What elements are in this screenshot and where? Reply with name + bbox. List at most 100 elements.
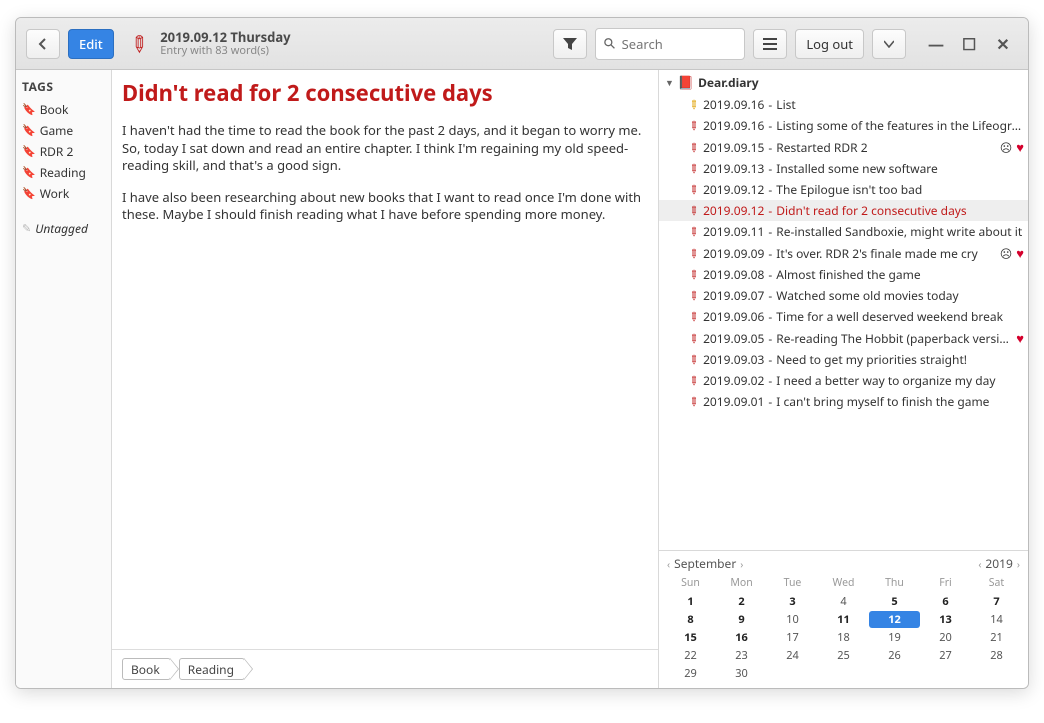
tag-label: Game [40,122,73,139]
filter-button[interactable] [553,29,587,59]
calendar-day[interactable]: 11 [818,611,869,628]
tag-item[interactable]: 🔖Book [22,99,105,120]
tag-icon: 🔖 [22,102,36,117]
entry-title: It's over. RDR 2's finale made me cry [776,245,995,262]
calendar-day[interactable]: 30 [716,665,767,682]
calendar-day[interactable]: 14 [971,611,1022,628]
calendar-day[interactable]: 10 [767,611,818,628]
calendar-day[interactable]: 22 [665,647,716,664]
calendar-day[interactable]: 24 [767,647,818,664]
entry-list-item[interactable]: ✎2019.09.03 - Need to get my priorities … [659,349,1028,370]
calendar-day[interactable]: 9 [716,611,767,628]
entry-title: List [776,96,1024,113]
back-button[interactable] [26,29,60,59]
calendar-day[interactable]: 17 [767,629,818,646]
calendar-day[interactable]: 5 [869,593,920,610]
calendar-day[interactable]: 18 [818,629,869,646]
entry-list-item[interactable]: ✎2019.09.05 - Re-reading The Hobbit (pap… [659,327,1028,349]
tag-item[interactable]: 🔖RDR 2 [22,141,105,162]
logout-button[interactable]: Log out [795,29,864,59]
pencil-icon: ✎ [684,159,703,178]
calendar-day[interactable]: 4 [818,593,869,610]
search-field[interactable] [595,28,745,60]
search-input[interactable] [622,35,737,53]
entry-list[interactable]: ▼ 📕 Dear.diary ✎2019.09.16 - List✎2019.0… [659,70,1028,550]
year-label: 2019 [985,555,1012,572]
entry-pane: Didn't read for 2 consecutive days I hav… [112,70,658,688]
entry-list-item[interactable]: ✎2019.09.16 - List [659,94,1028,115]
entry-body: I haven't had the time to read the book … [122,122,646,224]
calendar-day[interactable]: 15 [665,629,716,646]
calendar-day[interactable]: 12 [869,611,920,628]
calendar: ‹ September › ‹ 2019 › SunMonTueWedThuFr… [659,550,1028,688]
main-area: TAGS 🔖Book🔖Game🔖RDR 2🔖Reading🔖Work ✎ Unt… [16,70,1028,688]
tag-item[interactable]: 🔖Reading [22,162,105,183]
tag-item[interactable]: 🔖 Game [22,120,105,141]
maximize-button[interactable]: ☐ [962,33,976,55]
chevron-left-icon: ‹ [665,557,672,571]
calendar-day[interactable]: 29 [665,665,716,682]
edit-button[interactable]: Edit [68,29,114,59]
tag-icon: 🔖 [22,123,36,138]
entry-list-item[interactable]: ✎2019.09.12 - The Epilogue isn't too bad [659,179,1028,200]
entry-list-item[interactable]: ✎2019.09.06 - Time for a well deserved w… [659,306,1028,327]
calendar-day[interactable]: 28 [971,647,1022,664]
entry-list-item[interactable]: ✎2019.09.15 - Restarted RDR 2☹♥ [659,136,1028,158]
tag-label: RDR 2 [40,143,74,160]
calendar-day[interactable]: 13 [920,611,971,628]
entry-list-item[interactable]: ✎2019.09.12 - Didn't read for 2 consecut… [659,200,1028,221]
pencil-icon: ✎ [684,243,703,262]
calendar-day[interactable]: 8 [665,611,716,628]
entry-content[interactable]: Didn't read for 2 consecutive days I hav… [112,70,658,649]
entry-list-item[interactable]: ✎2019.09.09 - It's over. RDR 2's finale … [659,242,1028,264]
entry-list-item[interactable]: ✎2019.09.11 - Re-installed Sandboxie, mi… [659,221,1028,242]
calendar-day[interactable]: 21 [971,629,1022,646]
entry-list-item[interactable]: ✎2019.09.08 - Almost finished the game [659,264,1028,285]
entry-tag-chip[interactable]: Reading [179,658,245,680]
pencil-icon: ✎ [684,201,703,220]
hamburger-menu-button[interactable] [753,29,787,59]
entry-date: 2019.09.09 [703,245,764,262]
skull-icon: ☹ [1000,139,1013,156]
pencil-icon: ✎ [684,392,703,411]
entry-title: Re-reading The Hobbit (paperback version… [776,330,1012,347]
calendar-dow: Wed [818,574,869,592]
calendar-day[interactable]: 3 [767,593,818,610]
month-selector[interactable]: ‹ September › [665,555,745,572]
calendar-day[interactable]: 1 [665,593,716,610]
calendar-day[interactable]: 6 [920,593,971,610]
calendar-day[interactable]: 16 [716,629,767,646]
calendar-day[interactable]: 7 [971,593,1022,610]
calendar-day[interactable]: 25 [818,647,869,664]
calendar-day[interactable]: 2 [716,593,767,610]
tag-icon: 🔖 [22,186,36,201]
entry-tag-chip[interactable]: Book [122,658,171,680]
pencil-icon: ✎ [684,116,703,135]
calendar-day[interactable]: 23 [716,647,767,664]
tag-item[interactable]: 🔖Work [22,183,105,204]
entry-list-item[interactable]: ✎2019.09.01 - I can't bring myself to fi… [659,391,1028,412]
entry-date: 2019.09.12 [703,181,764,198]
pencil-icon: ✎ [684,307,703,326]
calendar-day[interactable]: 20 [920,629,971,646]
logout-menu-button[interactable] [872,29,906,59]
calendar-header: ‹ September › ‹ 2019 › [665,555,1022,572]
entry-list-item[interactable]: ✎2019.09.13 - Installed some new softwar… [659,158,1028,179]
pencil-icon: ✎ [684,265,703,284]
entry-title: Didn't read for 2 consecutive days [122,78,646,108]
minimize-button[interactable]: — [928,33,942,55]
entry-list-item[interactable]: ✎2019.09.02 - I need a better way to org… [659,370,1028,391]
entry-title: Installed some new software [776,160,1024,177]
calendar-day[interactable]: 19 [869,629,920,646]
pencil-icon: ✎ [684,371,703,390]
pencil-icon: ✎ [684,286,703,305]
diary-root[interactable]: ▼ 📕 Dear.diary [659,70,1028,94]
close-button[interactable]: ✕ [996,33,1010,55]
calendar-day[interactable]: 27 [920,647,971,664]
untagged-row[interactable]: ✎ Untagged [22,218,105,239]
entry-list-item[interactable]: ✎2019.09.16 - Listing some of the featur… [659,115,1028,136]
calendar-day[interactable]: 26 [869,647,920,664]
entry-list-item[interactable]: ✎2019.09.07 - Watched some old movies to… [659,285,1028,306]
calendar-dow: Sun [665,574,716,592]
year-selector[interactable]: ‹ 2019 › [976,555,1022,572]
